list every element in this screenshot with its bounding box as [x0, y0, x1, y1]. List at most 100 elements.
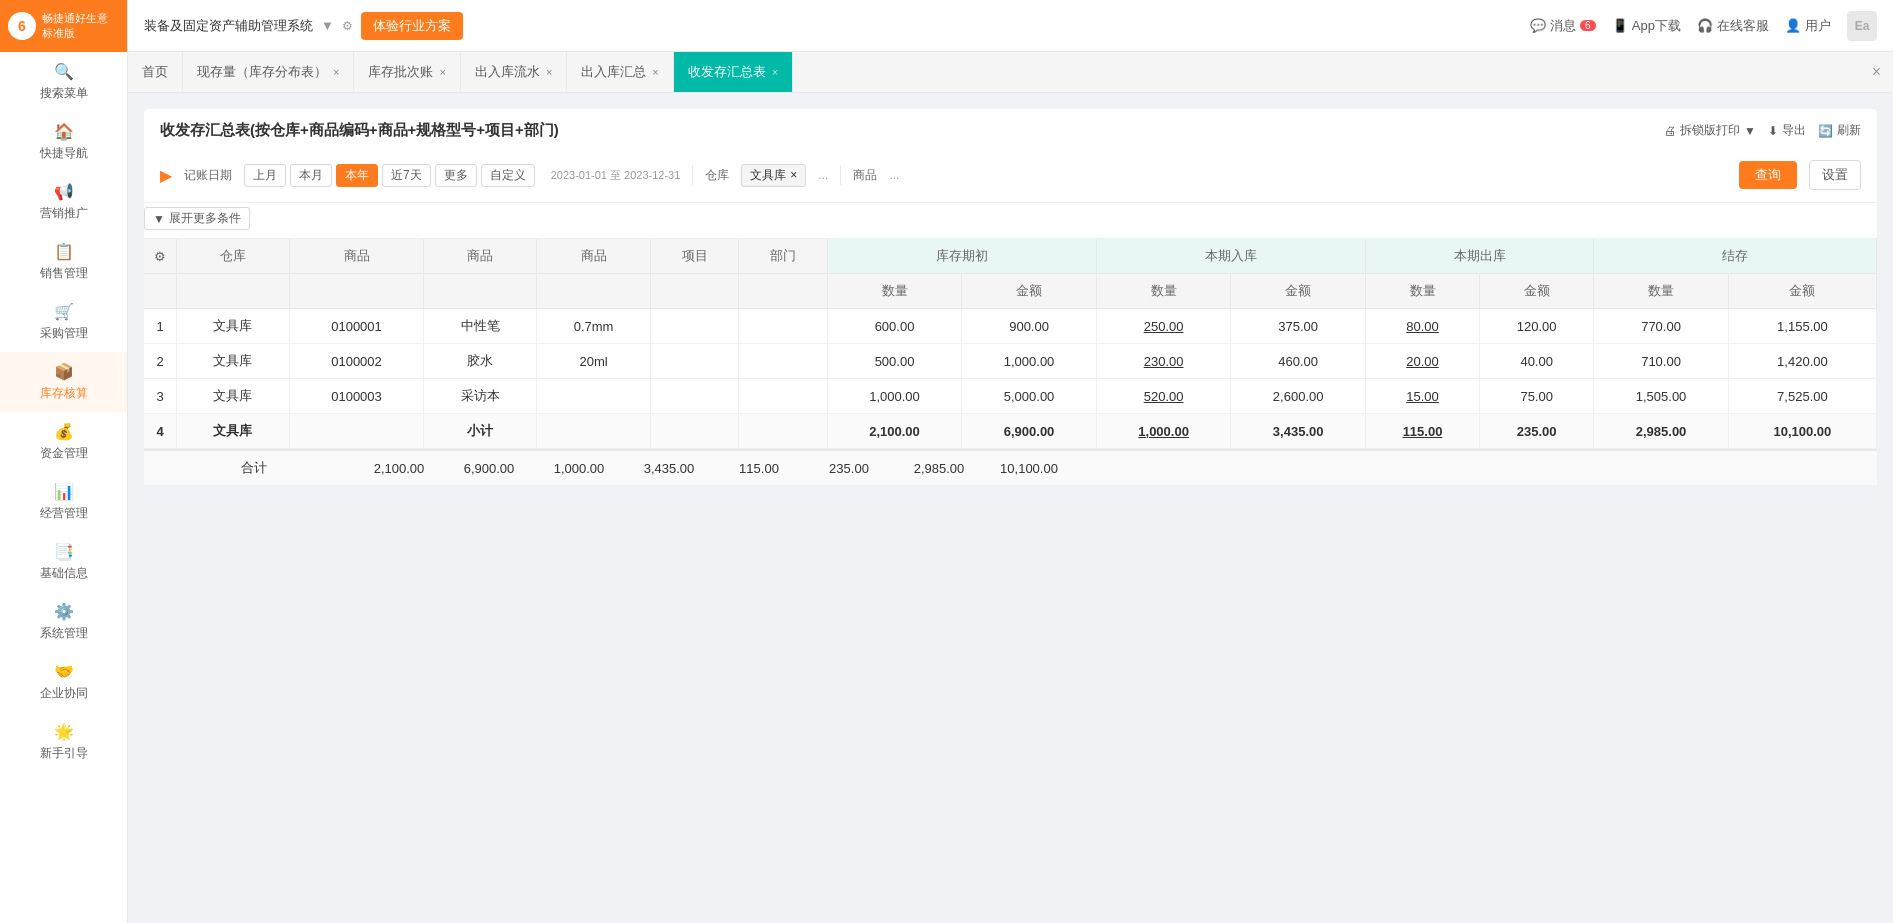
footer-balance-qty: 2,985.00 [894, 461, 984, 476]
sidebar-item-system[interactable]: ⚙️ 系统管理 [0, 592, 127, 652]
tab-close-recv-send[interactable]: × [772, 66, 778, 78]
cell-in-qty[interactable]: 520.00 [1096, 379, 1231, 414]
tab-batch[interactable]: 库存批次账 × [354, 52, 460, 92]
sidebar-item-sales[interactable]: 📋销售管理 [0, 232, 127, 292]
tab-stock-dist[interactable]: 现存量（库存分布表）× [183, 52, 354, 92]
date-btn-本月[interactable]: 本月 [290, 164, 332, 187]
setting-btn[interactable]: 设置 [1809, 160, 1861, 190]
refresh-btn[interactable]: 🔄 刷新 [1818, 122, 1861, 139]
sidebar-item-marketing[interactable]: 📢营销推广 [0, 172, 127, 232]
sidebar-icon-search: 🔍 [54, 62, 74, 81]
cell-out-qty-link[interactable]: 20.00 [1406, 354, 1439, 369]
footer-label: 合计 [154, 459, 354, 477]
th-project: 项目 [651, 239, 739, 274]
page-title: 收发存汇总表(按仓库+商品编码+商品+规格型号+项目+部门) [160, 121, 559, 140]
cell-name: 中性笔 [424, 309, 537, 344]
table-row: 3文具库0100003采访本1,000.005,000.00520.002,60… [144, 379, 1877, 414]
experience-btn[interactable]: 体验行业方案 [361, 12, 463, 40]
date-btn-上月[interactable]: 上月 [244, 164, 286, 187]
online-service-btn[interactable]: 🎧 在线客服 [1697, 17, 1769, 35]
footer-out-amt: 235.00 [804, 461, 894, 476]
cell-out-qty-link[interactable]: 15.00 [1406, 389, 1439, 404]
export-btn[interactable]: ⬇ 导出 [1768, 122, 1806, 139]
th2-open-amt: 金额 [962, 274, 1097, 309]
sidebar-item-quick-nav[interactable]: 🏠快捷导航 [0, 112, 127, 172]
cell-balance-amt: 7,525.00 [1728, 379, 1876, 414]
cell-out-qty-link[interactable]: 115.00 [1403, 424, 1443, 439]
cell-open-qty: 1,000.00 [827, 379, 962, 414]
sidebar-label-purchase: 采购管理 [40, 325, 88, 342]
sidebar-item-enterprise[interactable]: 🤝企业协同 [0, 652, 127, 712]
th-out-group: 本期出库 [1365, 239, 1593, 274]
sidebar-item-finance[interactable]: 💰资金管理 [0, 412, 127, 472]
date-btn-更多[interactable]: 更多 [435, 164, 477, 187]
th-settings[interactable]: ⚙ [144, 239, 177, 274]
cell-in-qty[interactable]: 230.00 [1096, 344, 1231, 379]
tab-recv-send[interactable]: 收发存汇总表× [674, 52, 793, 92]
cell-out-qty[interactable]: 115.00 [1365, 414, 1479, 449]
sidebar-icon-purchase: 🛒 [54, 302, 74, 321]
cell-in-qty-link[interactable]: 1,000.00 [1138, 424, 1189, 439]
app-download-btn[interactable]: 📱 App下载 [1612, 17, 1681, 35]
sidebar-item-search[interactable]: 🔍搜索菜单 [0, 52, 127, 112]
sidebar-label-basic: 基础信息 [40, 565, 88, 582]
cell-out-amt: 75.00 [1480, 379, 1594, 414]
tab-inout-flow[interactable]: 出入库流水× [461, 52, 567, 92]
filter-collapse-btn[interactable]: ▶ [160, 166, 172, 185]
cell-no: 4 [144, 414, 177, 449]
th2-dept [739, 274, 827, 309]
warehouse-tag-close[interactable]: × [790, 168, 797, 182]
product-more-btn[interactable]: ... [889, 168, 899, 182]
message-btn[interactable]: 💬 消息 6 [1530, 17, 1596, 35]
query-btn[interactable]: 查询 [1739, 161, 1797, 189]
warehouse-label: 仓库 [705, 167, 729, 184]
user-btn[interactable]: 👤 用户 [1785, 17, 1831, 35]
message-icon: 💬 [1530, 18, 1546, 33]
sidebar-item-basic[interactable]: 📑基础信息 [0, 532, 127, 592]
cell-in-qty[interactable]: 250.00 [1096, 309, 1231, 344]
date-btn-本年[interactable]: 本年 [336, 164, 378, 187]
th2-code [289, 274, 424, 309]
chevron-down-icon: ▼ [1744, 124, 1756, 138]
tab-home[interactable]: 首页 [128, 52, 183, 92]
warehouse-tag[interactable]: 文具库 × [741, 164, 806, 187]
warehouse-more-btn[interactable]: ... [818, 168, 828, 182]
cell-out-qty[interactable]: 15.00 [1365, 379, 1479, 414]
print-icon: 🖨 [1664, 124, 1676, 138]
sidebar-label-system: 系统管理 [40, 625, 88, 642]
gear-icon[interactable]: ⚙ [342, 19, 353, 33]
tab-inout-summary[interactable]: 出入库汇总× [567, 52, 673, 92]
cell-in-qty[interactable]: 1,000.00 [1096, 414, 1231, 449]
sidebar-item-guide[interactable]: 🌟新手引导 [0, 712, 127, 772]
page-header: 收发存汇总表(按仓库+商品编码+商品+规格型号+项目+部门) 🖨 拆锁版打印 ▼… [144, 109, 1877, 148]
sidebar-icon-system: ⚙️ [54, 602, 74, 621]
sidebar-item-operations[interactable]: 📊经营管理 [0, 472, 127, 532]
cell-out-qty[interactable]: 20.00 [1365, 344, 1479, 379]
tab-close-inout-summary[interactable]: × [652, 66, 658, 78]
table-row: 4文具库小计2,100.006,900.001,000.003,435.0011… [144, 414, 1877, 449]
date-btn-近7天[interactable]: 近7天 [382, 164, 431, 187]
cell-out-qty[interactable]: 80.00 [1365, 309, 1479, 344]
date-btn-自定义[interactable]: 自定义 [481, 164, 535, 187]
cell-open-amt: 6,900.00 [962, 414, 1097, 449]
tab-close-batch[interactable]: × [439, 66, 445, 78]
sidebar-icon-enterprise: 🤝 [54, 662, 74, 681]
filter-divider-1 [692, 165, 693, 185]
cell-in-qty-link[interactable]: 230.00 [1144, 354, 1184, 369]
th2-in-qty: 数量 [1096, 274, 1231, 309]
cell-in-qty-link[interactable]: 520.00 [1144, 389, 1184, 404]
close-all-tabs-btn[interactable]: × [1860, 63, 1893, 81]
message-badge: 6 [1580, 20, 1596, 31]
print-btn[interactable]: 🖨 拆锁版打印 ▼ [1664, 122, 1756, 139]
tab-close-inout-flow[interactable]: × [546, 66, 552, 78]
sidebar-label-operations: 经营管理 [40, 505, 88, 522]
sidebar-item-purchase[interactable]: 🛒 采购管理 [0, 292, 127, 352]
sidebar-item-inventory[interactable]: 📦库存核算 [0, 352, 127, 412]
tab-close-stock-dist[interactable]: × [333, 66, 339, 78]
chevron-down-icon-expand: ▼ [153, 212, 165, 226]
cell-in-qty-link[interactable]: 250.00 [1144, 319, 1184, 334]
tab-label-batch: 库存批次账 [368, 63, 433, 81]
cell-out-qty-link[interactable]: 80.00 [1406, 319, 1439, 334]
expand-more-btn[interactable]: ▼ 展开更多条件 [144, 207, 250, 230]
table-wrap: ⚙ 仓库 商品 商品 商品 项目 部门 库存期初 本期入库 本期出库 结存 [144, 239, 1877, 449]
